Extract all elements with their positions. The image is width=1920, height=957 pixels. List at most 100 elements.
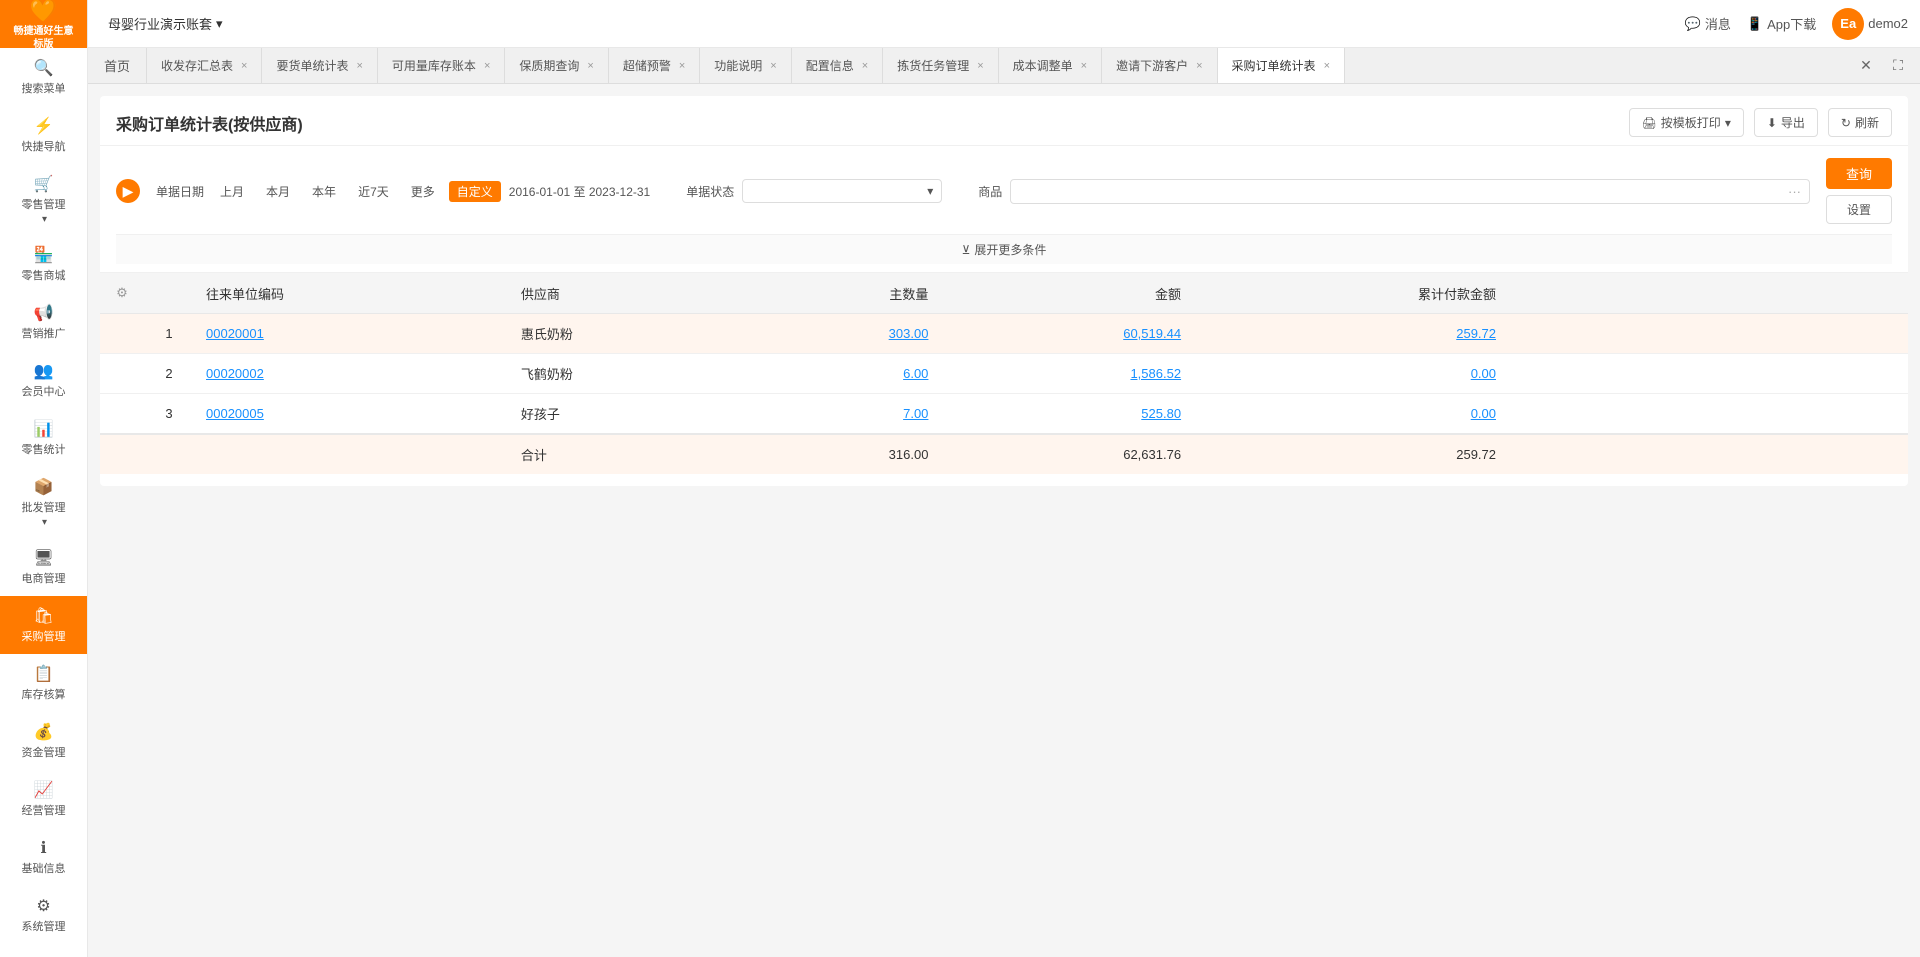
close-tab-button[interactable]: ✕ <box>1852 52 1880 80</box>
sidebar-item-marketing[interactable]: 📢 营销推广 <box>0 293 87 351</box>
custom-date-btn[interactable]: 自定义 <box>449 181 501 202</box>
settings-button[interactable]: 设置 <box>1826 195 1892 224</box>
sidebar-item-enterprise[interactable]: 🤝 企业协同 <box>0 944 87 957</box>
tab-close-receive-summary[interactable]: × <box>241 60 247 72</box>
tab-overstock-alert[interactable]: 超储预警 × <box>609 48 700 84</box>
row-paid-amount-0[interactable]: 259.72 <box>1193 314 1508 354</box>
this-year-btn[interactable]: 本年 <box>304 181 344 202</box>
row-supplier-code-2[interactable]: 00020005 <box>194 394 509 435</box>
print-button[interactable]: 🖨 按模板打印 ▾ <box>1629 108 1744 137</box>
tab-close-stock-ledger[interactable]: × <box>484 60 490 72</box>
sidebar-icon-retail-stats: 📊 <box>34 419 54 439</box>
goods-more-icon[interactable]: ··· <box>1788 184 1801 199</box>
app-download-label: App下载 <box>1767 14 1816 33</box>
sidebar-icon-quick-nav: ⚡ <box>34 116 54 136</box>
sidebar-item-member[interactable]: 👥 会员中心 <box>0 351 87 409</box>
dropdown-arrow-icon: ▾ <box>216 16 223 32</box>
status-select[interactable]: ▾ <box>742 179 942 203</box>
tab-stock-ledger[interactable]: 可用量库存账本 × <box>378 48 505 84</box>
status-select-arrow: ▾ <box>927 184 933 198</box>
user-profile[interactable]: Ea demo2 <box>1832 8 1908 40</box>
sidebar-item-finance[interactable]: 💰 资金管理 <box>0 712 87 770</box>
tab-close-picking-task[interactable]: × <box>977 60 983 72</box>
sidebar-item-search[interactable]: 🔍 搜索菜单 <box>0 48 87 106</box>
row-settings-0 <box>100 314 144 354</box>
export-button[interactable]: ⬇ 导出 <box>1754 108 1818 137</box>
tab-close-expiry-query[interactable]: × <box>587 60 593 72</box>
table-header-row: ⚙ 往来单位编码 供应商 主数量 金额 累计付款金额 <box>100 273 1908 314</box>
query-button[interactable]: 查询 <box>1826 158 1892 189</box>
tab-home[interactable]: 首页 <box>88 48 147 84</box>
expand-more-btn[interactable]: ⊻ 展开更多条件 <box>116 234 1892 264</box>
sidebar-item-retail-store[interactable]: 🏪 零售商城 <box>0 235 87 293</box>
row-quantity-2[interactable]: 7.00 <box>744 394 941 435</box>
tab-order-summary[interactable]: 要货单统计表 × <box>262 48 377 84</box>
tab-close-cost-adjust[interactable]: × <box>1081 60 1087 72</box>
row-supplier-code-0[interactable]: 00020001 <box>194 314 509 354</box>
last-7-days-btn[interactable]: 近7天 <box>350 181 397 202</box>
sidebar-item-purchase[interactable]: 🛍 采购管理 <box>0 596 87 654</box>
sidebar-label-retail-stats: 零售统计 <box>22 441 66 457</box>
tab-purchase-summary[interactable]: 采购订单统计表 × <box>1218 48 1345 84</box>
sidebar-item-basic-info[interactable]: ℹ 基础信息 <box>0 828 87 886</box>
tab-close-function-desc[interactable]: × <box>770 60 776 72</box>
maximize-button[interactable]: ⛶ <box>1884 52 1912 80</box>
app-download-button[interactable]: 📱 App下载 <box>1747 14 1816 33</box>
tab-function-desc[interactable]: 功能说明 × <box>700 48 791 84</box>
page-card: 采购订单统计表(按供应商) 🖨 按模板打印 ▾ ⬇ 导出 ↻ 刷新 <box>100 96 1908 486</box>
sidebar-label-purchase: 采购管理 <box>22 628 66 644</box>
tab-close-config-info[interactable]: × <box>862 60 868 72</box>
sidebar-item-retail-stats[interactable]: 📊 零售统计 <box>0 409 87 467</box>
topbar-right: 💬 消息 📱 App下载 Ea demo2 <box>1685 8 1908 40</box>
tab-receive-summary[interactable]: 收发存汇总表 × <box>147 48 262 84</box>
sidebar-item-inventory[interactable]: 📋 库存核算 <box>0 654 87 712</box>
sidebar-icon-member: 👥 <box>34 361 54 381</box>
tab-label-home: 首页 <box>104 56 130 75</box>
tab-invite-downstream[interactable]: 邀请下游客户 × <box>1102 48 1217 84</box>
sidebar-label-finance: 资金管理 <box>22 744 66 760</box>
more-dates-btn[interactable]: 更多 <box>403 181 443 202</box>
col-extra <box>1508 273 1908 314</box>
page-content: 采购订单统计表(按供应商) 🖨 按模板打印 ▾ ⬇ 导出 ↻ 刷新 <box>88 84 1920 957</box>
account-dropdown[interactable]: 母婴行业演示账套 ▾ <box>100 10 231 37</box>
tab-picking-task[interactable]: 拣货任务管理 × <box>883 48 998 84</box>
sidebar-item-ecom[interactable]: 🖥 电商管理 <box>0 538 87 596</box>
sidebar-label-operations: 经营管理 <box>22 802 66 818</box>
sidebar-item-system[interactable]: ⚙ 系统管理 <box>0 886 87 944</box>
row-amount-2[interactable]: 525.80 <box>940 394 1193 435</box>
toggle-filter-button[interactable]: ▶ <box>116 179 140 203</box>
tab-close-overstock-alert[interactable]: × <box>679 60 685 72</box>
sidebar-icon-system: ⚙ <box>36 896 50 916</box>
goods-input[interactable] <box>1019 184 1788 198</box>
refresh-button[interactable]: ↻ 刷新 <box>1828 108 1892 137</box>
sidebar-item-retail[interactable]: 🛒 零售管理 ▾ <box>0 164 87 235</box>
tab-close-invite-downstream[interactable]: × <box>1196 60 1202 72</box>
row-paid-amount-1[interactable]: 0.00 <box>1193 354 1508 394</box>
sidebar: 🧡 畅捷通好生意 标版 🔍 搜索菜单 ⚡ 快捷导航 🛒 零售管理 ▾ 🏪 零售商… <box>0 0 88 957</box>
user-name: demo2 <box>1868 16 1908 31</box>
sidebar-item-quick-nav[interactable]: ⚡ 快捷导航 <box>0 106 87 164</box>
footer-extra <box>1508 434 1908 474</box>
sidebar-item-wholesale[interactable]: 📦 批发管理 ▾ <box>0 467 87 538</box>
row-quantity-1[interactable]: 6.00 <box>744 354 941 394</box>
footer-empty2 <box>144 434 194 474</box>
tabbar: 首页 收发存汇总表 × 要货单统计表 × 可用量库存账本 × 保质期查询 × 超… <box>88 48 1920 84</box>
this-month-btn[interactable]: 本月 <box>258 181 298 202</box>
row-quantity-0[interactable]: 303.00 <box>744 314 941 354</box>
tab-label-invite-downstream: 邀请下游客户 <box>1116 57 1188 74</box>
tab-expiry-query[interactable]: 保质期查询 × <box>505 48 608 84</box>
export-icon: ⬇ <box>1767 116 1777 130</box>
row-supplier-code-1[interactable]: 00020002 <box>194 354 509 394</box>
sidebar-item-operations[interactable]: 📈 经营管理 <box>0 770 87 828</box>
tab-close-order-summary[interactable]: × <box>356 60 362 72</box>
tab-config-info[interactable]: 配置信息 × <box>792 48 883 84</box>
row-amount-0[interactable]: 60,519.44 <box>940 314 1193 354</box>
sidebar-label-marketing: 营销推广 <box>22 325 66 341</box>
column-settings-icon[interactable]: ⚙ <box>112 283 132 303</box>
message-button[interactable]: 💬 消息 <box>1685 14 1731 33</box>
last-month-btn[interactable]: 上月 <box>212 181 252 202</box>
row-paid-amount-2[interactable]: 0.00 <box>1193 394 1508 435</box>
tab-close-purchase-summary[interactable]: × <box>1324 60 1330 72</box>
row-amount-1[interactable]: 1,586.52 <box>940 354 1193 394</box>
tab-cost-adjust[interactable]: 成本调整单 × <box>999 48 1102 84</box>
